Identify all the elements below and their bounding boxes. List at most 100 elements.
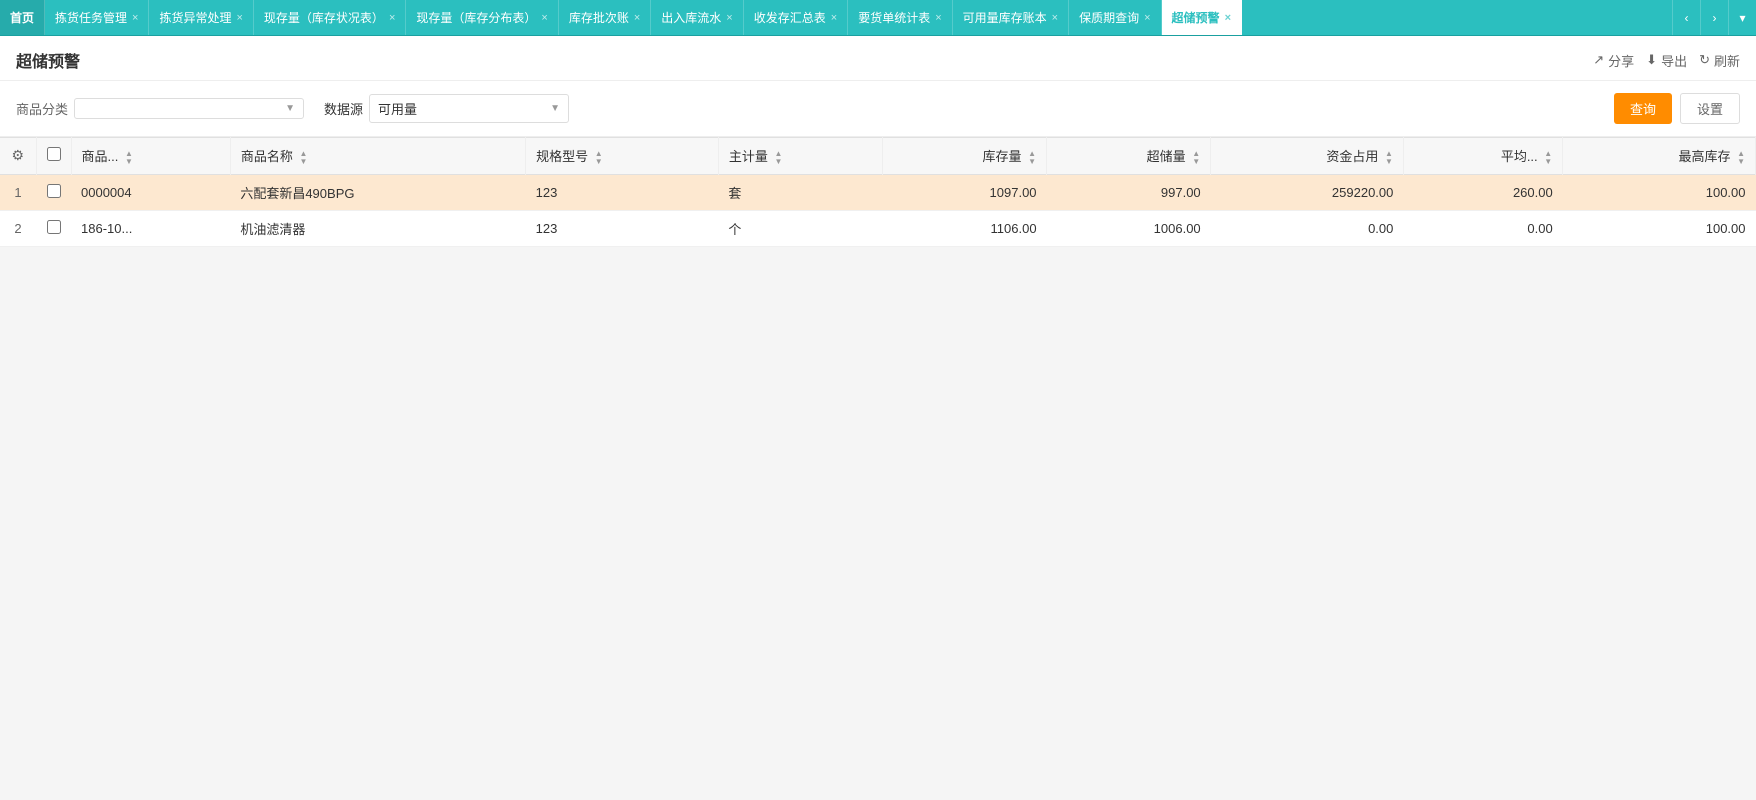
gear-column-header: ⚙	[0, 138, 36, 175]
refresh-icon: ↻	[1699, 52, 1710, 68]
table-row: 1 0000004 六配套新昌490BPG 123 套 1097.00 997.…	[0, 174, 1756, 210]
datasource-select[interactable]: 可用量 ▼	[369, 94, 569, 123]
th-max-stock-label: 最高库存	[1678, 149, 1730, 164]
export-label: 导出	[1661, 51, 1687, 70]
share-label: 分享	[1608, 51, 1634, 70]
th-stock[interactable]: 库存量 ▲▼	[882, 138, 1046, 175]
nav-tab-home-label: 首页	[10, 9, 34, 26]
cell-max-stock: 100.00	[1563, 174, 1756, 210]
cell-overstock: 997.00	[1047, 174, 1211, 210]
nav-tab-close[interactable]: ×	[132, 12, 138, 24]
export-icon: ⬇	[1646, 52, 1657, 68]
th-stock-label: 库存量	[982, 149, 1021, 164]
cell-stock: 1097.00	[882, 174, 1046, 210]
datasource-filter: 数据源 可用量 ▼	[324, 94, 569, 123]
nav-tab-label: 库存批次账	[569, 9, 629, 26]
th-capital-label: 资金占用	[1326, 149, 1378, 164]
nav-tab-close[interactable]: ×	[1052, 12, 1058, 24]
top-navigation: 首页 拣货任务管理 × 拣货异常处理 × 现存量（库存状况表） × 现存量（库存…	[0, 0, 1756, 36]
th-overstock[interactable]: 超储量 ▲▼	[1047, 138, 1211, 175]
product-category-select[interactable]: ▼	[74, 98, 304, 119]
header-actions: ↗ 分享 ⬇ 导出 ↻ 刷新	[1593, 51, 1740, 70]
nav-arrow-left[interactable]: ‹	[1672, 0, 1700, 35]
nav-tab-home[interactable]: 首页	[0, 0, 45, 35]
nav-tab-label: 现存量（库存分布表）	[416, 9, 536, 26]
th-product-name[interactable]: 商品名称 ▲▼	[230, 138, 525, 175]
filter-buttons: 查询 设置	[1614, 93, 1740, 124]
row-checkbox-cell	[36, 210, 71, 246]
nav-arrow-right[interactable]: ›	[1700, 0, 1728, 35]
th-overstock-label: 超储量	[1147, 149, 1186, 164]
sort-icon: ▲▼	[774, 150, 782, 166]
cell-stock: 1106.00	[882, 210, 1046, 246]
nav-tab-close[interactable]: ×	[831, 12, 837, 24]
sort-icon: ▲▼	[1737, 150, 1745, 166]
nav-tab-label: 拣货异常处理	[159, 9, 231, 26]
nav-tab-close[interactable]: ×	[1225, 12, 1231, 24]
nav-tab-quality-check[interactable]: 保质期查询 ×	[1069, 0, 1161, 35]
chevron-down-icon: ▼	[285, 103, 295, 114]
nav-tab-label: 超储预警	[1172, 9, 1220, 26]
cell-capital: 0.00	[1211, 210, 1404, 246]
th-max-stock[interactable]: 最高库存 ▲▼	[1563, 138, 1756, 175]
nav-tab-inventory-dist[interactable]: 现存量（库存分布表） ×	[406, 0, 558, 35]
th-unit-label: 主计量	[729, 149, 768, 164]
nav-tab-close[interactable]: ×	[726, 12, 732, 24]
share-button[interactable]: ↗ 分享	[1593, 51, 1634, 70]
refresh-label: 刷新	[1714, 51, 1740, 70]
data-table: ⚙ 商品... ▲▼ 商品名称 ▲▼ 规格型号 ▲▼	[0, 137, 1756, 247]
table-body: 1 0000004 六配套新昌490BPG 123 套 1097.00 997.…	[0, 174, 1756, 246]
th-capital[interactable]: 资金占用 ▲▼	[1211, 138, 1404, 175]
nav-tab-close[interactable]: ×	[236, 12, 242, 24]
cell-capital: 259220.00	[1211, 174, 1404, 210]
nav-arrow-menu[interactable]: ▾	[1728, 0, 1756, 35]
cell-avg: 0.00	[1403, 210, 1562, 246]
th-spec[interactable]: 规格型号 ▲▼	[526, 138, 719, 175]
th-unit[interactable]: 主计量 ▲▼	[718, 138, 882, 175]
nav-tab-close[interactable]: ×	[541, 12, 547, 24]
nav-tab-inout-flow[interactable]: 出入库流水 ×	[651, 0, 743, 35]
select-all-checkbox[interactable]	[47, 147, 61, 161]
nav-tab-close[interactable]: ×	[1144, 12, 1150, 24]
th-avg[interactable]: 平均... ▲▼	[1403, 138, 1562, 175]
cell-overstock: 1006.00	[1047, 210, 1211, 246]
cell-unit: 个	[718, 210, 882, 246]
nav-tab-abnormal[interactable]: 拣货异常处理 ×	[149, 0, 253, 35]
set-button[interactable]: 设置	[1680, 93, 1740, 124]
nav-tab-close[interactable]: ×	[935, 12, 941, 24]
nav-tab-collect-summary[interactable]: 收发存汇总表 ×	[744, 0, 848, 35]
export-button[interactable]: ⬇ 导出	[1646, 51, 1687, 70]
datasource-label: 数据源	[324, 99, 363, 118]
nav-tab-batch-account[interactable]: 库存批次账 ×	[559, 0, 651, 35]
product-category-label: 商品分类	[16, 99, 68, 118]
query-button[interactable]: 查询	[1614, 93, 1672, 124]
page-header: 超储预警 ↗ 分享 ⬇ 导出 ↻ 刷新	[0, 36, 1756, 81]
nav-tab-available-account[interactable]: 可用量库存账本 ×	[953, 0, 1069, 35]
nav-tab-label: 收发存汇总表	[754, 9, 826, 26]
checkbox-column-header	[36, 138, 71, 175]
th-product-code[interactable]: 商品... ▲▼	[71, 138, 230, 175]
row-checkbox[interactable]	[47, 184, 61, 198]
nav-tab-task-mgmt[interactable]: 拣货任务管理 ×	[45, 0, 149, 35]
refresh-button[interactable]: ↻ 刷新	[1699, 51, 1740, 70]
nav-tab-overstock-warning[interactable]: 超储预警 ×	[1162, 0, 1242, 35]
nav-tab-label: 现存量（库存状况表）	[264, 9, 384, 26]
nav-tab-order-stats[interactable]: 要货单统计表 ×	[848, 0, 952, 35]
page-title: 超储预警	[16, 48, 80, 72]
table-row: 2 186-10... 机油滤清器 123 个 1106.00 1006.00 …	[0, 210, 1756, 246]
nav-tab-inventory-status[interactable]: 现存量（库存状况表） ×	[254, 0, 406, 35]
cell-product-code: 0000004	[71, 174, 230, 210]
cell-spec: 123	[526, 174, 719, 210]
nav-tab-label: 出入库流水	[661, 9, 721, 26]
cell-product-name: 六配套新昌490BPG	[230, 174, 525, 210]
sort-icon: ▲▼	[1544, 150, 1552, 166]
gear-icon[interactable]: ⚙	[11, 147, 24, 163]
table-header-row: ⚙ 商品... ▲▼ 商品名称 ▲▼ 规格型号 ▲▼	[0, 138, 1756, 175]
row-checkbox[interactable]	[47, 220, 61, 234]
nav-tab-label: 保质期查询	[1079, 9, 1139, 26]
nav-tab-label: 要货单统计表	[858, 9, 930, 26]
cell-max-stock: 100.00	[1563, 210, 1756, 246]
datasource-value: 可用量	[378, 99, 417, 118]
nav-tab-close[interactable]: ×	[634, 12, 640, 24]
nav-tab-close[interactable]: ×	[389, 12, 395, 24]
